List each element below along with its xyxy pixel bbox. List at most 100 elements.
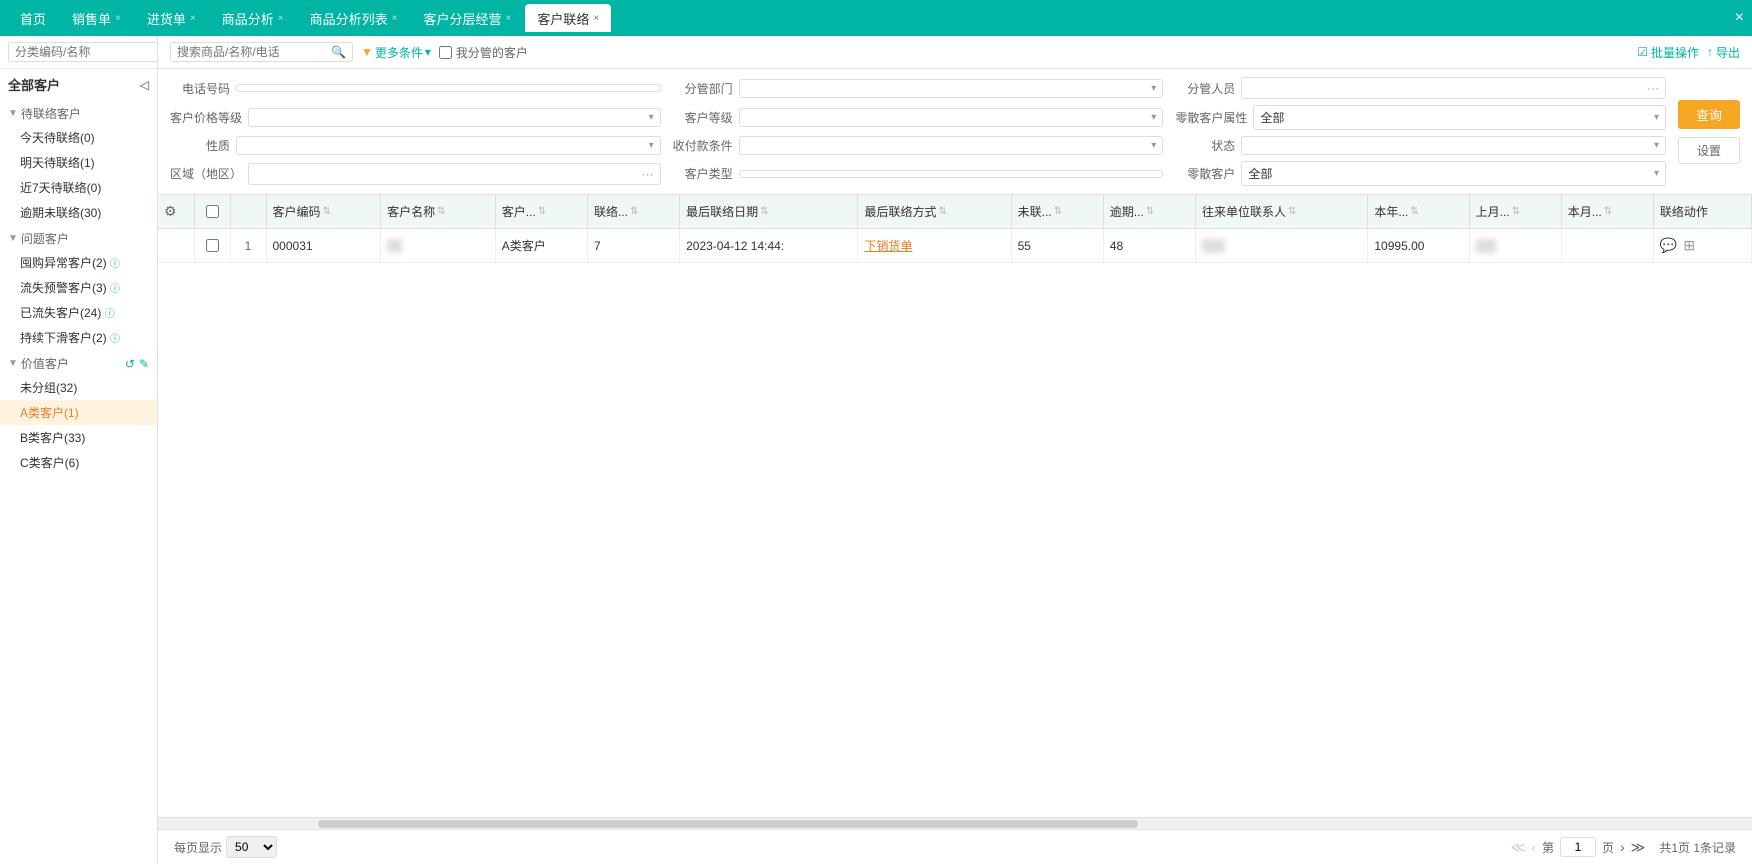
customer-level-select[interactable]: ▾ [739, 108, 1164, 127]
col-last-month-sort-icon[interactable]: ⇅ [1512, 206, 1520, 217]
sidebar-group-pending-contact[interactable]: ▼ 待联络客户 [0, 100, 157, 125]
sidebar-collapse-icon[interactable]: ◁ [140, 78, 149, 92]
horizontal-scrollbar[interactable] [158, 817, 1752, 829]
nav-tab-analysis-list[interactable]: 商品分析列表 × [298, 4, 410, 32]
filter-person: 分管人员 ··· [1175, 77, 1666, 99]
prev-page-button[interactable]: ‹ [1531, 839, 1536, 855]
col-name-sort-icon[interactable]: ⇅ [437, 206, 445, 217]
nav-tab-purchase[interactable]: 进货单 × [135, 4, 208, 32]
first-page-button[interactable]: ≪ [1511, 839, 1526, 856]
settings-button[interactable]: 设置 [1678, 137, 1740, 164]
page-number-input[interactable] [1560, 837, 1596, 857]
dept-select[interactable]: ▾ [739, 79, 1164, 98]
col-last-date-header: 最后联络日期⇅ [680, 195, 858, 229]
sidebar-item-class-c[interactable]: C类客户(6) [0, 450, 157, 475]
nature-select[interactable]: ▾ [236, 136, 661, 155]
retail-attr-value: 全部 [1260, 109, 1284, 126]
customer-level-arrow-icon: ▾ [1151, 112, 1156, 123]
col-contact-sort-icon[interactable]: ⇅ [630, 206, 638, 217]
analysis-list-tab-close[interactable]: × [392, 13, 398, 24]
retail-attr-select[interactable]: 全部 ▾ [1253, 105, 1666, 130]
payment-select[interactable]: ▾ [739, 136, 1164, 155]
col-unit-contact-sort-icon[interactable]: ⇅ [1288, 206, 1296, 217]
my-customers-filter[interactable]: 我分管的客户 [439, 44, 528, 61]
per-page-select[interactable]: 50 10 20 100 [226, 836, 277, 858]
value-customers-arrow: ▼ [8, 358, 18, 369]
scroll-thumb[interactable] [318, 820, 1138, 828]
col-this-month-sort-icon[interactable]: ⇅ [1604, 206, 1612, 217]
sidebar-item-class-a[interactable]: A类客户(1) [0, 400, 157, 425]
gear-icon[interactable]: ⚙ [164, 203, 177, 219]
sidebar-search-input[interactable] [8, 42, 158, 62]
search-input[interactable] [177, 45, 327, 59]
col-not-contact-sort-icon[interactable]: ⇅ [1054, 206, 1062, 217]
row-unit-contact-value: RE . [1202, 239, 1225, 253]
sidebar-item-hoarding[interactable]: 囤购异常客户(2) ⓘ [0, 250, 157, 275]
purchase-tab-close[interactable]: × [190, 13, 196, 24]
export-button[interactable]: ↑ 导出 [1707, 44, 1740, 61]
customer-contact-tab-close[interactable]: × [593, 13, 599, 24]
row-checkbox[interactable] [206, 239, 219, 252]
filter-row-1: 电话号码 分管部门 ▾ [170, 77, 1666, 99]
sidebar-item-class-b[interactable]: B类客户(33) [0, 425, 157, 450]
all-customers-header[interactable]: 全部客户 ◁ [0, 69, 157, 100]
all-customers-label: 全部客户 [8, 75, 60, 94]
col-code-label: 客户编码 [273, 203, 321, 220]
sidebar-item-7day-contact[interactable]: 近7天待联络(0) [0, 175, 157, 200]
nav-tab-sales[interactable]: 销售单 × [60, 4, 133, 32]
col-type-sort-icon[interactable]: ⇅ [538, 206, 546, 217]
value-customers-refresh-icon[interactable]: ↺ [125, 357, 135, 371]
col-not-contact-label: 未联... [1018, 203, 1052, 220]
analysis-tab-close[interactable]: × [278, 13, 284, 24]
price-level-select[interactable]: ▾ [248, 108, 661, 127]
customer-type-label: 客户类型 [673, 165, 733, 182]
col-overdue-sort-icon[interactable]: ⇅ [1146, 206, 1154, 217]
my-customers-label: 我分管的客户 [456, 44, 528, 61]
retail-select[interactable]: 全部 ▾ [1241, 161, 1666, 186]
row-qr-icon[interactable]: ⊞ [1683, 237, 1695, 254]
col-last-date-sort-icon[interactable]: ⇅ [760, 206, 768, 217]
col-name-header: 客户名称⇅ [381, 195, 496, 229]
sidebar-item-churn-warning[interactable]: 流失预警客户(3) ⓘ [0, 275, 157, 300]
select-all-checkbox[interactable] [206, 205, 219, 218]
nav-tab-home[interactable]: 首页 [8, 4, 58, 32]
sidebar-item-overdue-contact[interactable]: 逾期未联络(30) [0, 200, 157, 225]
sidebar-item-ungrouped[interactable]: 未分组(32) [0, 375, 157, 400]
value-customers-edit-icon[interactable]: ✎ [139, 357, 149, 371]
sidebar-item-today-contact[interactable]: 今天待联络(0) [0, 125, 157, 150]
batch-ops-button[interactable]: ☑ 批量操作 [1637, 44, 1699, 61]
row-last-method-value[interactable]: 下销货单 [864, 239, 912, 253]
my-customers-checkbox[interactable] [439, 46, 452, 59]
query-button[interactable]: 查询 [1678, 100, 1740, 129]
sidebar-item-tomorrow-contact[interactable]: 明天待联络(1) [0, 150, 157, 175]
customer-segment-tab-close[interactable]: × [505, 13, 511, 24]
col-this-year-sort-icon[interactable]: ⇅ [1410, 206, 1418, 217]
nav-tab-customer-contact[interactable]: 客户联络 × [525, 4, 611, 32]
close-all-tabs-button[interactable]: × [1735, 9, 1744, 27]
col-last-method-header: 最后联络方式⇅ [858, 195, 1011, 229]
phone-input[interactable] [236, 84, 661, 92]
sidebar-item-churned[interactable]: 已流失客户(24) ⓘ [0, 300, 157, 325]
last-page-button[interactable]: ≫ [1631, 839, 1646, 856]
status-select[interactable]: ▾ [1241, 136, 1666, 155]
col-last-method-sort-icon[interactable]: ⇅ [938, 206, 946, 217]
col-last-month-label: 上月... [1476, 203, 1510, 220]
search-icon[interactable]: 🔍 [331, 45, 346, 59]
col-unit-contact-label: 往来单位联系人 [1202, 203, 1286, 220]
more-filters-button[interactable]: ▼ 更多条件 ▾ [361, 44, 431, 61]
next-page-button[interactable]: › [1620, 839, 1625, 855]
sidebar-item-declining[interactable]: 持续下滑客户(2) ⓘ [0, 325, 157, 350]
nav-tab-analysis[interactable]: 商品分析 × [210, 4, 296, 32]
price-level-arrow-icon: ▾ [649, 112, 654, 123]
sales-tab-close[interactable]: × [115, 13, 121, 24]
customer-type-input[interactable] [739, 170, 1164, 178]
sidebar-group-problem-customers[interactable]: ▼ 问题客户 [0, 225, 157, 250]
nav-tab-customer-segment[interactable]: 客户分层经营 × [411, 4, 523, 32]
pending-contact-label: 待联络客户 [21, 105, 81, 122]
filter-customer-level: 客户等级 ▾ [673, 108, 1164, 127]
row-chat-icon[interactable]: 💬 [1660, 237, 1677, 254]
col-code-sort-icon[interactable]: ⇅ [323, 206, 331, 217]
region-input[interactable]: ··· [248, 163, 661, 185]
sidebar-group-value-customers[interactable]: ▼ 价值客户 ↺ ✎ [0, 350, 157, 375]
person-input[interactable]: ··· [1241, 77, 1666, 99]
